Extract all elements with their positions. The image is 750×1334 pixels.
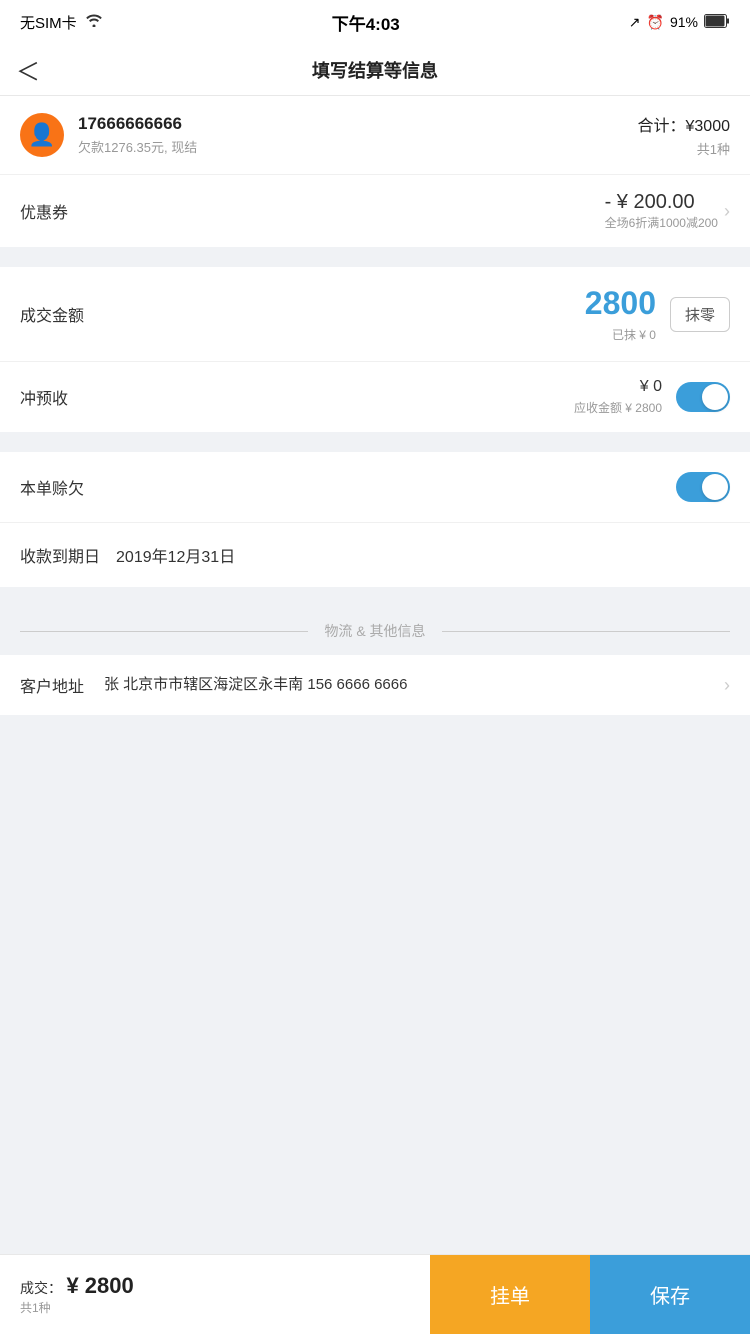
section-gap-3: [0, 597, 750, 607]
total-amount: 合计：¥3000: [637, 112, 730, 136]
location-icon: ↗: [629, 14, 641, 31]
transaction-section: 成交金额 2800 已抹 ¥ 0 抹零 冲预收 ¥ 0 应收金额 ¥ 2800: [0, 267, 750, 432]
precollect-label: 冲预收: [20, 385, 68, 409]
alarm-icon: ⏰: [647, 14, 664, 31]
logistics-line-left: [20, 631, 308, 632]
coupon-row[interactable]: 优惠券 - ¥ 200.00 全场6折满1000减200 ›: [0, 174, 750, 247]
section-gap-2: [0, 442, 750, 452]
coupon-label: 优惠券: [20, 199, 68, 223]
debt-toggle[interactable]: [676, 472, 730, 502]
hold-button[interactable]: 挂单: [430, 1255, 590, 1334]
address-row[interactable]: 客户地址 张 北京市市辖区海淀区永丰南 156 6666 6666 ›: [0, 655, 750, 715]
status-left: 无SIM卡: [20, 12, 103, 33]
status-bar: 无SIM卡 下午4:03 ↗ ⏰ 91%: [0, 0, 750, 44]
debt-toggle-knob: [702, 474, 728, 500]
logistics-text: 物流 & 其他信息: [308, 621, 441, 641]
amount-row: 成交金额 2800 已抹 ¥ 0 抹零: [0, 267, 750, 361]
customer-phone: 17666666666: [78, 114, 637, 134]
logistics-line-right: [442, 631, 730, 632]
nav-title: 填写结算等信息: [312, 57, 438, 83]
precollect-row: 冲预收 ¥ 0 应收金额 ¥ 2800: [0, 361, 750, 432]
amount-right: 2800 已抹 ¥ 0 抹零: [585, 285, 730, 343]
precollect-toggle[interactable]: [676, 382, 730, 412]
section-gap-1: [0, 257, 750, 267]
address-section: 客户地址 张 北京市市辖区海淀区永丰南 156 6666 6666 ›: [0, 655, 750, 715]
coupon-detail: 全场6折满1000减200: [605, 214, 718, 231]
battery-text: 91%: [670, 14, 698, 30]
status-right: ↗ ⏰ 91%: [629, 14, 730, 31]
coupon-right: - ¥ 200.00 全场6折满1000减200 ›: [605, 191, 730, 231]
toggle-knob: [702, 384, 728, 410]
status-time: 下午4:03: [332, 10, 400, 35]
address-chevron-icon: ›: [724, 675, 730, 696]
debt-label: 本单赊欠: [20, 475, 84, 499]
wifi-icon: [85, 13, 103, 31]
transaction-sub: 已抹 ¥ 0: [585, 326, 656, 343]
round-button[interactable]: 抹零: [670, 297, 730, 332]
carrier-text: 无SIM卡: [20, 12, 77, 33]
footer-sub: 共1种: [20, 1299, 410, 1316]
debt-section: 本单赊欠 收款到期日 2019年12月31日: [0, 452, 750, 587]
coupon-chevron-icon: ›: [724, 201, 730, 222]
logistics-header: 物流 & 其他信息: [0, 607, 750, 655]
customer-info: 17666666666 欠款1276.35元, 现结: [78, 114, 637, 156]
footer-deal-row: 成交： ¥ 2800: [20, 1273, 410, 1299]
customer-sub: 欠款1276.35元, 现结: [78, 137, 637, 156]
debt-row: 本单赊欠: [0, 452, 750, 522]
precollect-value: ¥ 0: [574, 378, 662, 396]
customer-section: 👤 17666666666 欠款1276.35元, 现结 合计：¥3000 共1…: [0, 96, 750, 247]
due-date-label: 收款到期日: [20, 543, 100, 567]
footer-amount: ¥ 2800: [66, 1273, 133, 1298]
footer: 成交： ¥ 2800 共1种 挂单 保存: [0, 1254, 750, 1334]
customer-row: 👤 17666666666 欠款1276.35元, 现结 合计：¥3000 共1…: [0, 96, 750, 174]
back-button[interactable]: ＜: [16, 52, 40, 87]
precollect-amounts: ¥ 0 应收金额 ¥ 2800: [574, 378, 662, 416]
avatar-icon: 👤: [28, 122, 55, 148]
due-date-row: 收款到期日 2019年12月31日: [0, 522, 750, 587]
battery-icon: [704, 14, 730, 31]
due-date-value: 2019年12月31日: [116, 543, 235, 567]
customer-total: 合计：¥3000 共1种: [637, 112, 730, 158]
address-value: 张 北京市市辖区海淀区永丰南 156 6666 6666: [104, 674, 724, 697]
customer-avatar: 👤: [20, 113, 64, 157]
transaction-value: 2800: [585, 285, 656, 322]
precollect-sub: 应收金额 ¥ 2800: [574, 399, 662, 416]
footer-deal-label: 成交：: [20, 1280, 62, 1296]
footer-info: 成交： ¥ 2800 共1种: [0, 1255, 430, 1334]
content: 👤 17666666666 欠款1276.35元, 现结 合计：¥3000 共1…: [0, 96, 750, 935]
nav-bar: ＜ 填写结算等信息: [0, 44, 750, 96]
total-sub: 共1种: [637, 139, 730, 158]
coupon-discount: - ¥ 200.00: [605, 191, 718, 214]
save-button[interactable]: 保存: [590, 1255, 750, 1334]
transaction-label: 成交金额: [20, 302, 84, 326]
precollect-right: ¥ 0 应收金额 ¥ 2800: [574, 378, 730, 416]
section-gap-4: [0, 725, 750, 845]
address-label: 客户地址: [20, 673, 84, 697]
